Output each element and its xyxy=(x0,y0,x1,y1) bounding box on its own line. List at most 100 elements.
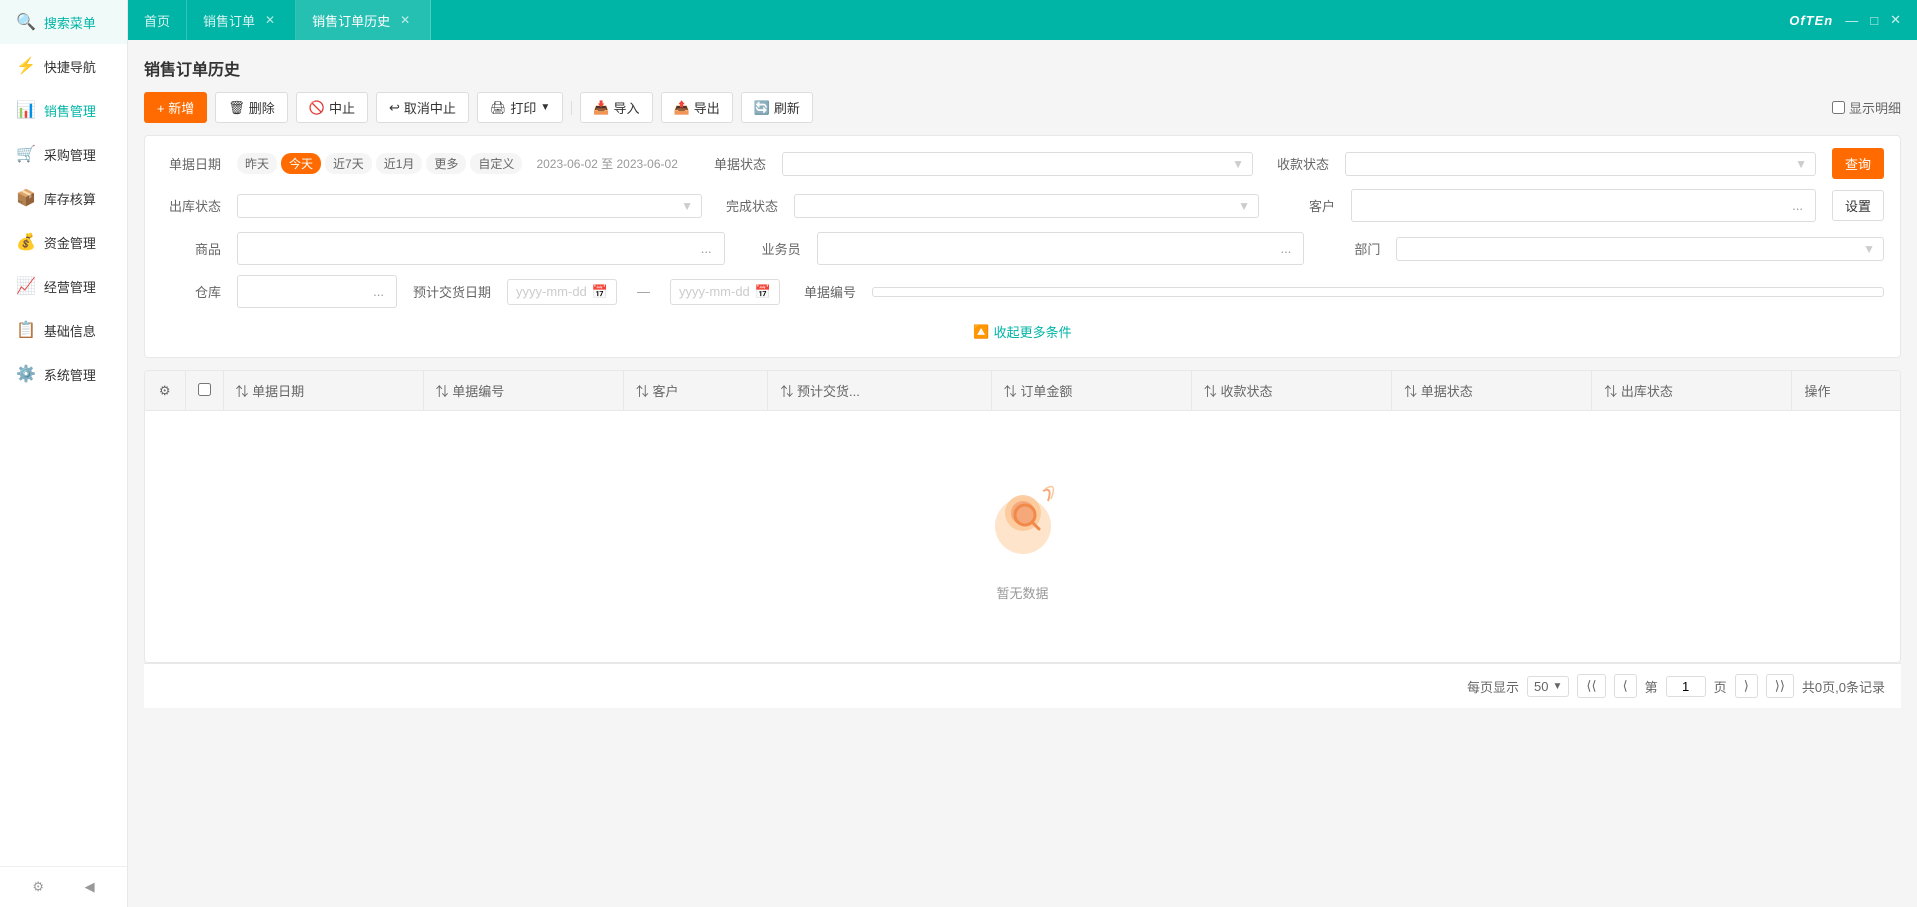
calendar-from-icon[interactable]: 📅 xyxy=(592,284,608,300)
expected-date-to[interactable]: yyyy-mm-dd 📅 xyxy=(670,279,780,305)
delivery-status-col-label: ⇅ 出库状态 xyxy=(1604,384,1673,399)
cancel-stop-icon: ↩ xyxy=(389,100,400,116)
sidebar-item-system[interactable]: ⚙️ 系统管理 xyxy=(0,352,127,396)
topbar: 首页 销售订单 ✕ 销售订单历史 ✕ OfTEn — □ ✕ xyxy=(128,0,1917,40)
complete-status-select[interactable]: ▼ xyxy=(794,194,1259,218)
table-header-bill-number[interactable]: ⇅ 单据编号 xyxy=(423,371,623,411)
empty-state: 暂无数据 xyxy=(145,411,1900,662)
tab-sales-order[interactable]: 销售订单 ✕ xyxy=(187,0,296,40)
payment-status-select[interactable]: ▼ xyxy=(1345,152,1816,176)
refresh-icon: 🔄 xyxy=(754,100,770,116)
cancel-stop-button[interactable]: ↩ 取消中止 xyxy=(376,92,469,123)
collapse-row[interactable]: 🔼 收起更多条件 xyxy=(161,318,1884,345)
first-page-button[interactable]: ⟨⟨ xyxy=(1577,674,1605,698)
sidebar-item-purchase[interactable]: 🛒 采购管理 xyxy=(0,132,127,176)
page-size-value: 50 xyxy=(1534,679,1548,694)
settings-button[interactable]: 设置 xyxy=(1832,190,1884,221)
payment-status-col-label: ⇅ 收款状态 xyxy=(1204,384,1273,399)
prev-page-button[interactable]: ⟨ xyxy=(1614,674,1637,698)
salesperson-more-icon[interactable]: ... xyxy=(1277,237,1296,260)
sidebar-item-inventory[interactable]: 📦 库存核算 xyxy=(0,176,127,220)
tab-home[interactable]: 首页 xyxy=(128,0,187,40)
empty-icon xyxy=(973,471,1073,571)
refresh-button[interactable]: 🔄 刷新 xyxy=(741,92,813,123)
total-records: 共0页,0条记录 xyxy=(1802,677,1885,696)
date-pill-today[interactable]: 今天 xyxy=(281,153,321,174)
toolbar: + 新增 🗑 删除 🚫 中止 ↩ 取消中止 🖨 打印 ▼ 📥 导入 xyxy=(144,92,1901,123)
sidebar-settings-icon[interactable]: ⚙ xyxy=(32,879,44,895)
sidebar-item-sales[interactable]: 📊 销售管理 xyxy=(0,88,127,132)
delivery-status-label: 出库状态 xyxy=(161,196,221,215)
table-header-bill-date[interactable]: ⇅ 单据日期 xyxy=(223,371,423,411)
tab-sales-order-label: 销售订单 xyxy=(203,11,255,30)
sidebar-collapse-icon[interactable]: ◀ xyxy=(85,879,95,895)
sales-icon: 📊 xyxy=(16,100,36,120)
filter-row-1: 单据日期 昨天 今天 近7天 近1月 更多 自定义 2023-06-02 至 2… xyxy=(161,148,1884,179)
table-header-checkbox[interactable] xyxy=(185,371,223,411)
table-header-bill-status[interactable]: ⇅ 单据状态 xyxy=(1392,371,1592,411)
table-header-order-amount[interactable]: ⇅ 订单金额 xyxy=(991,371,1191,411)
table-container: ⚙ ⇅ 单据日期 ⇅ 单据编号 ⇅ 客户 xyxy=(144,370,1901,663)
current-page-prefix: 第 xyxy=(1645,677,1658,696)
delivery-status-select[interactable]: ▼ xyxy=(237,194,702,218)
filter-row-2: 出库状态 ▼ 完成状态 ▼ 客户 ... 设置 xyxy=(161,189,1884,222)
import-button[interactable]: 📥 导入 xyxy=(580,92,652,123)
bill-number-input[interactable] xyxy=(872,287,1884,297)
table-header-expected-delivery[interactable]: ⇅ 预计交货... xyxy=(768,371,991,411)
sidebar-item-finance[interactable]: 💰 资金管理 xyxy=(0,220,127,264)
window-minimize-icon[interactable]: — xyxy=(1845,13,1858,28)
date-filter-value: 昨天 今天 近7天 近1月 更多 自定义 2023-06-02 至 2023-0… xyxy=(237,153,690,174)
sidebar-item-label: 基础信息 xyxy=(44,321,96,340)
table-header-delivery-status[interactable]: ⇅ 出库状态 xyxy=(1592,371,1792,411)
expected-date-from[interactable]: yyyy-mm-dd 📅 xyxy=(507,279,617,305)
date-pill-1month[interactable]: 近1月 xyxy=(376,153,423,174)
sidebar-item-quick-nav[interactable]: ⚡ 快捷导航 xyxy=(0,44,127,88)
date-pill-custom[interactable]: 自定义 xyxy=(470,153,522,174)
last-page-button[interactable]: ⟩⟩ xyxy=(1766,674,1794,698)
calendar-to-icon[interactable]: 📅 xyxy=(755,284,771,300)
sidebar-item-search-menu[interactable]: 🔍 搜索菜单 xyxy=(0,0,127,44)
product-more-icon[interactable]: ... xyxy=(697,237,716,260)
bill-status-select[interactable]: ▼ xyxy=(782,152,1253,176)
warehouse-input-area[interactable]: ... xyxy=(237,275,397,308)
window-close-icon[interactable]: ✕ xyxy=(1890,12,1901,28)
window-maximize-icon[interactable]: □ xyxy=(1870,13,1878,28)
date-pill-7days[interactable]: 近7天 xyxy=(325,153,372,174)
collapse-label: 收起更多条件 xyxy=(994,322,1072,341)
delete-button[interactable]: 🗑 删除 xyxy=(215,92,288,123)
table-header-payment-status[interactable]: ⇅ 收款状态 xyxy=(1191,371,1391,411)
sidebar-item-operation[interactable]: 📈 经营管理 xyxy=(0,264,127,308)
department-select[interactable]: ▼ xyxy=(1396,237,1884,261)
sidebar: 🔍 搜索菜单 ⚡ 快捷导航 📊 销售管理 🛒 采购管理 📦 库存核算 💰 资金管… xyxy=(0,0,128,907)
date-range-display: 2023-06-02 至 2023-06-02 xyxy=(536,155,677,172)
filter-row-3: 商品 ... 业务员 ... 部门 ▼ xyxy=(161,232,1884,265)
search-button[interactable]: 查询 xyxy=(1832,148,1884,179)
tab-sales-order-history-close[interactable]: ✕ xyxy=(396,11,414,29)
print-button[interactable]: 🖨 打印 ▼ xyxy=(477,92,563,123)
tab-sales-order-history[interactable]: 销售订单历史 ✕ xyxy=(296,0,431,40)
page-number-input[interactable] xyxy=(1666,676,1706,697)
expected-date-label: 预计交货日期 xyxy=(413,282,491,301)
export-button[interactable]: 📤 导出 xyxy=(661,92,733,123)
page-size-select[interactable]: 50 ▼ xyxy=(1527,676,1569,697)
table-header-settings[interactable]: ⚙ xyxy=(145,371,185,411)
date-pill-yesterday[interactable]: 昨天 xyxy=(237,153,277,174)
display-detail-checkbox-label[interactable]: 显示明细 xyxy=(1832,98,1901,117)
select-all-checkbox[interactable] xyxy=(198,383,211,396)
payment-status-label: 收款状态 xyxy=(1269,154,1329,173)
tab-sales-order-close[interactable]: ✕ xyxy=(261,11,279,29)
warehouse-more-icon[interactable]: ... xyxy=(369,280,388,303)
table-header-customer[interactable]: ⇅ 客户 xyxy=(623,371,768,411)
customer-more-icon[interactable]: ... xyxy=(1788,194,1807,217)
date-pill-more[interactable]: 更多 xyxy=(426,153,466,174)
display-detail-checkbox[interactable] xyxy=(1832,101,1845,114)
product-input-area[interactable]: ... xyxy=(237,232,725,265)
salesperson-input-area[interactable]: ... xyxy=(817,232,1305,265)
next-page-button[interactable]: ⟩ xyxy=(1735,674,1758,698)
stop-button[interactable]: 🚫 中止 xyxy=(296,92,368,123)
sidebar-item-basic[interactable]: 📋 基础信息 xyxy=(0,308,127,352)
filter-row-4: 仓库 ... 预计交货日期 yyyy-mm-dd 📅 — yyyy-mm-dd … xyxy=(161,275,1884,308)
basic-icon: 📋 xyxy=(16,320,36,340)
customer-input-area[interactable]: ... xyxy=(1351,189,1816,222)
new-button[interactable]: + 新增 xyxy=(144,92,207,123)
